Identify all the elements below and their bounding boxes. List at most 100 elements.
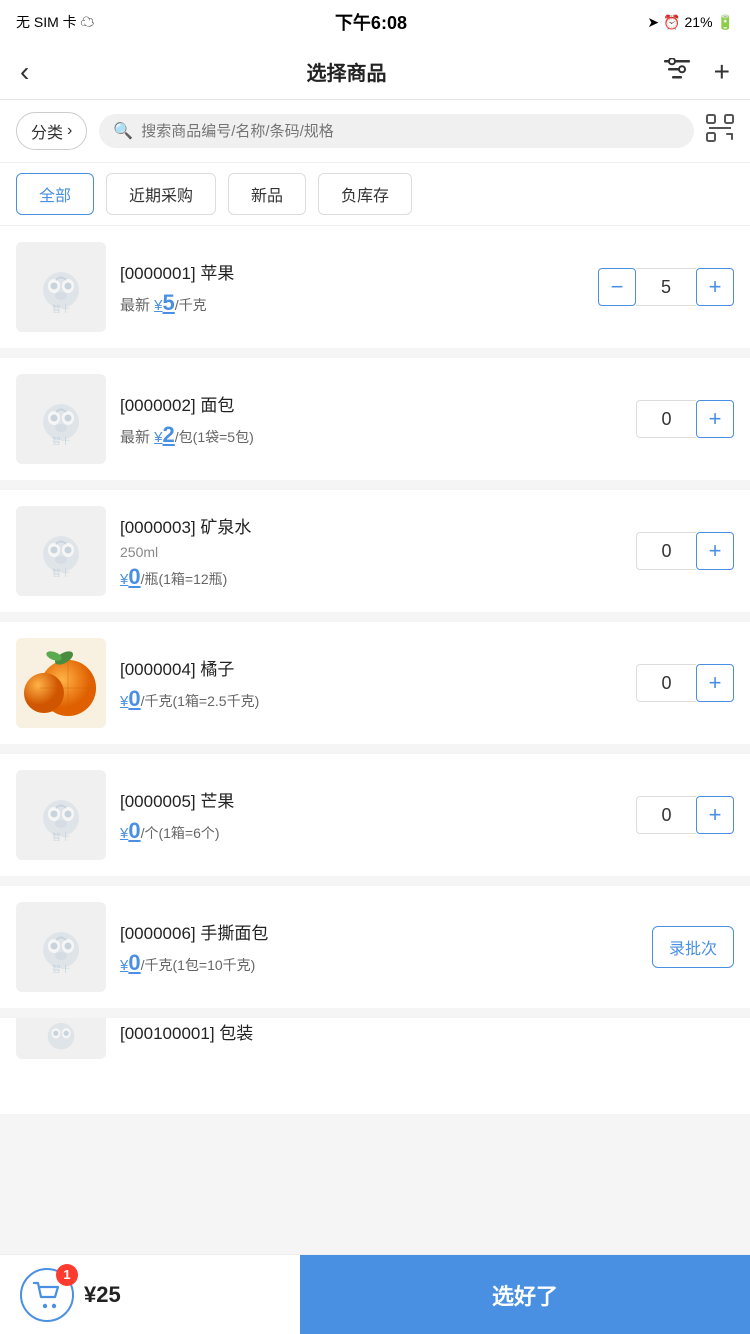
category-label: 分类 <box>31 119 63 143</box>
product-image <box>16 1018 106 1059</box>
product-image: 智十 <box>16 770 106 860</box>
alarm-icon: ⏰ <box>663 14 680 31</box>
placeholder-owl-icon <box>34 1018 88 1054</box>
category-button[interactable]: 分类 › <box>16 112 87 150</box>
quantity-input[interactable] <box>636 532 696 570</box>
category-chevron: › <box>67 122 72 140</box>
cart-badge: 1 <box>56 1264 78 1286</box>
tab-all[interactable]: 全部 <box>16 173 94 215</box>
record-batch-wrap: 录批次 <box>652 926 734 968</box>
add-icon[interactable]: + <box>714 56 730 88</box>
scan-icon[interactable] <box>706 114 734 148</box>
filter-icon[interactable] <box>664 58 690 86</box>
svg-text:智十: 智十 <box>52 435 70 446</box>
quantity-control: + <box>636 796 734 834</box>
separator <box>0 350 750 358</box>
separator <box>0 614 750 622</box>
status-right: ➤ ⏰ 21% 🔋 <box>647 14 734 31</box>
product-image: 智十 <box>16 506 106 596</box>
product-name: [0000003] 矿泉水 <box>120 513 622 538</box>
cart-button[interactable]: 1 <box>20 1268 74 1322</box>
list-item: 智十 [0000002] 面包 最新 ¥2/包(1袋=5包) + <box>0 358 750 480</box>
search-bar: 分类 › 🔍 <box>0 100 750 163</box>
placeholder-owl-icon: 智十 <box>34 788 88 842</box>
product-name: [0000001] 苹果 <box>120 259 584 284</box>
product-name: [0000002] 面包 <box>120 391 622 416</box>
back-button[interactable]: ‹ <box>20 56 29 88</box>
quantity-control: − + <box>598 268 734 306</box>
list-item: 智十 [0000006] 手撕面包 ¥0/千克(1包=10千克) 录批次 <box>0 886 750 1008</box>
increment-button[interactable]: + <box>696 664 734 702</box>
quantity-input[interactable] <box>636 400 696 438</box>
increment-button[interactable]: + <box>696 796 734 834</box>
list-item: [000100001] 包装 <box>0 1018 750 1114</box>
price-prefix: 最新 <box>120 297 154 314</box>
product-price: ¥0/千克(1包=10千克) <box>120 950 638 976</box>
svg-text:智十: 智十 <box>52 963 70 974</box>
quantity-input[interactable] <box>636 268 696 306</box>
search-input[interactable] <box>141 123 680 140</box>
svg-text:智十: 智十 <box>52 831 70 842</box>
product-info: [0000001] 苹果 最新 ¥5/千克 <box>120 259 584 316</box>
product-price: ¥0/个(1箱=6个) <box>120 818 622 844</box>
tab-negative[interactable]: 负库存 <box>318 173 412 215</box>
product-spec: 250ml <box>120 544 622 560</box>
product-image: 智十 <box>16 902 106 992</box>
product-image: 智十 <box>16 242 106 332</box>
quantity-input[interactable] <box>636 664 696 702</box>
page-title: 选择商品 <box>306 57 386 86</box>
product-image <box>16 638 106 728</box>
product-info: [0000006] 手撕面包 ¥0/千克(1包=10千克) <box>120 919 638 976</box>
placeholder-owl-icon: 智十 <box>34 392 88 446</box>
search-icon: 🔍 <box>113 121 133 141</box>
status-left: 无 SIM 卡 ☁ <box>16 12 95 32</box>
filter-tabs: 全部 近期采购 新品 负库存 <box>0 163 750 226</box>
status-time: 下午6:08 <box>335 9 407 35</box>
increment-button[interactable]: + <box>696 268 734 306</box>
product-price: ¥0/瓶(1箱=12瓶) <box>120 564 622 590</box>
product-price: 最新 ¥2/包(1袋=5包) <box>120 422 622 448</box>
placeholder-owl-icon: 智十 <box>34 524 88 578</box>
location-icon: ➤ <box>647 14 659 31</box>
increment-button[interactable]: + <box>696 400 734 438</box>
search-input-wrap: 🔍 <box>99 114 694 148</box>
product-info: [0000004] 橘子 ¥0/千克(1箱=2.5千克) <box>120 655 622 712</box>
separator <box>0 1010 750 1018</box>
confirm-button[interactable]: 选好了 <box>300 1255 750 1334</box>
nav-bar: ‹ 选择商品 + <box>0 44 750 100</box>
product-info: [0000005] 芒果 ¥0/个(1箱=6个) <box>120 787 622 844</box>
product-info: [0000003] 矿泉水 250ml ¥0/瓶(1箱=12瓶) <box>120 513 622 590</box>
tab-new[interactable]: 新品 <box>228 173 306 215</box>
product-info: [000100001] 包装 <box>120 1019 734 1050</box>
status-bar: 无 SIM 卡 ☁ 下午6:08 ➤ ⏰ 21% 🔋 <box>0 0 750 44</box>
quantity-control: + <box>636 400 734 438</box>
placeholder-owl-icon: 智十 <box>34 920 88 974</box>
product-image: 智十 <box>16 374 106 464</box>
separator <box>0 746 750 754</box>
product-info: [0000002] 面包 最新 ¥2/包(1袋=5包) <box>120 391 622 448</box>
separator <box>0 482 750 490</box>
product-price: ¥0/千克(1箱=2.5千克) <box>120 686 622 712</box>
separator <box>0 878 750 886</box>
list-item: [0000004] 橘子 ¥0/千克(1箱=2.5千克) + <box>0 622 750 744</box>
tab-recent[interactable]: 近期采购 <box>106 173 216 215</box>
product-name: [0000006] 手撕面包 <box>120 919 638 944</box>
svg-text:智十: 智十 <box>52 567 70 578</box>
product-list: 智十 [0000001] 苹果 最新 ¥5/千克 − + <box>0 226 750 1114</box>
cart-section: 1 ¥25 <box>0 1268 300 1322</box>
list-item: 智十 [0000001] 苹果 最新 ¥5/千克 − + <box>0 226 750 348</box>
decrement-button[interactable]: − <box>598 268 636 306</box>
product-name: [0000005] 芒果 <box>120 787 622 812</box>
quantity-input[interactable] <box>636 796 696 834</box>
product-price: 最新 ¥5/千克 <box>120 290 584 316</box>
quantity-control: + <box>636 664 734 702</box>
product-name: [000100001] 包装 <box>120 1019 734 1044</box>
battery-level: 21% <box>685 14 713 30</box>
record-batch-button[interactable]: 录批次 <box>652 926 734 968</box>
placeholder-owl-icon: 智十 <box>34 260 88 314</box>
cart-total: ¥25 <box>84 1282 121 1308</box>
increment-button[interactable]: + <box>696 532 734 570</box>
quantity-control: + <box>636 532 734 570</box>
list-item: 智十 [0000003] 矿泉水 250ml ¥0/瓶(1箱=12瓶) + <box>0 490 750 612</box>
list-item: 智十 [0000005] 芒果 ¥0/个(1箱=6个) + <box>0 754 750 876</box>
